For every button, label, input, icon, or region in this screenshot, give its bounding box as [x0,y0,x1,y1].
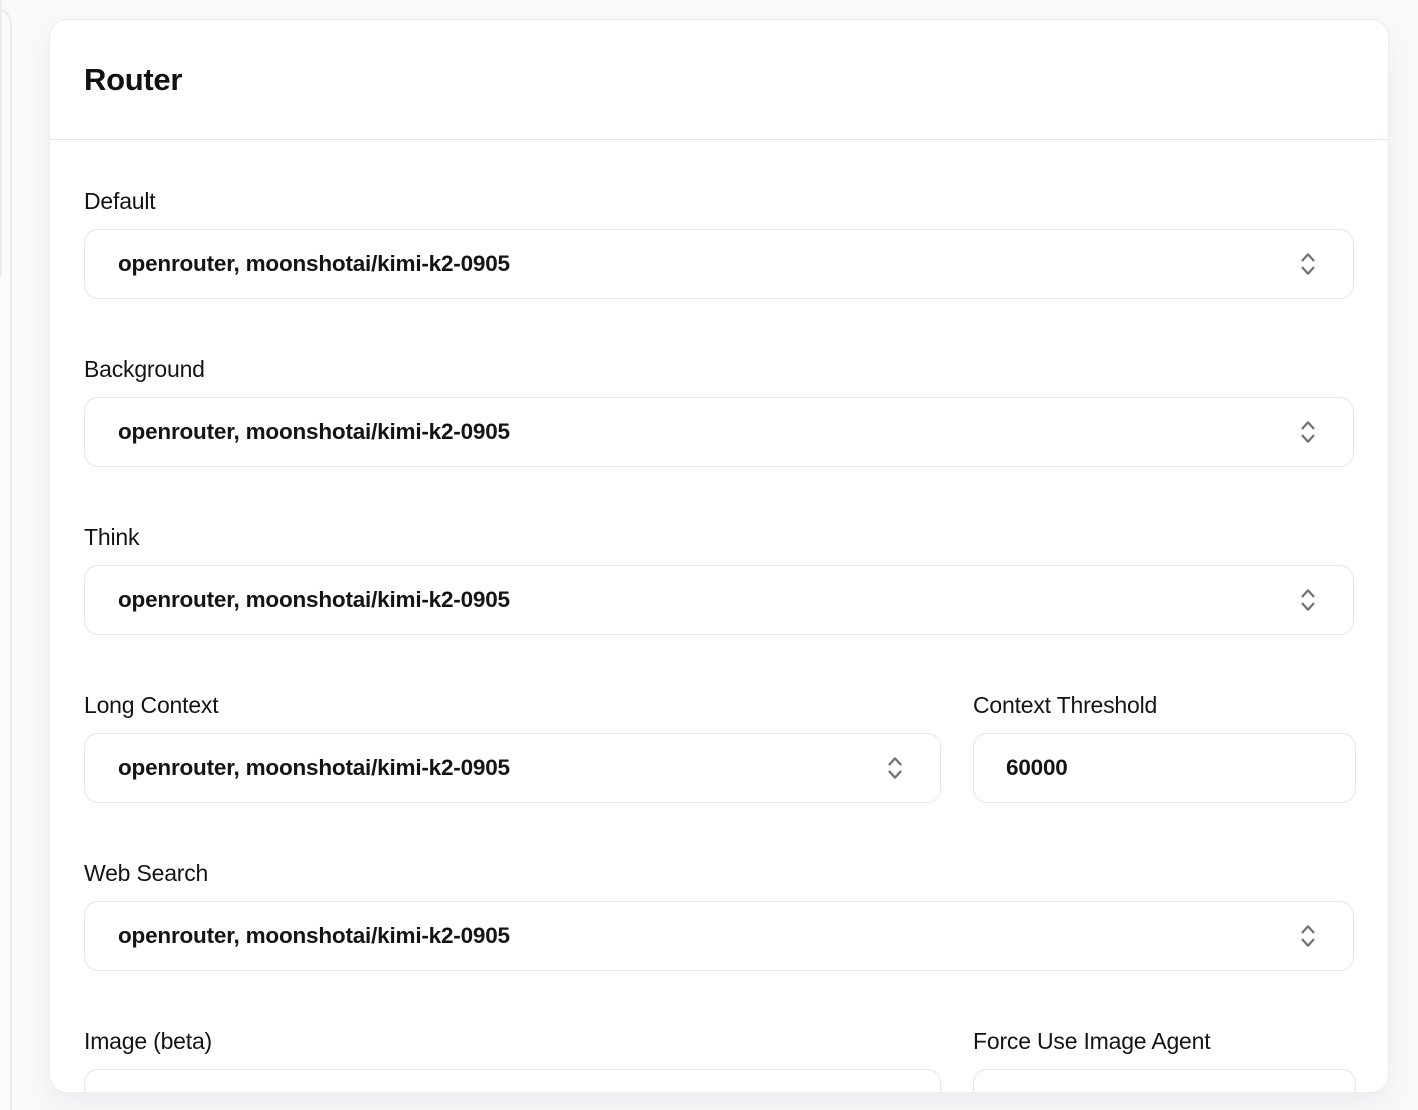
field-row-web-search: Web Search openrouter, moonshotai/kimi-k… [84,861,1354,971]
panel-title: Router [84,61,183,97]
long-context-model-select[interactable]: openrouter, moonshotai/kimi-k2-0905 [84,733,941,803]
context-threshold-input[interactable] [973,733,1356,803]
web-search-model-select[interactable]: openrouter, moonshotai/kimi-k2-0905 [84,901,1354,971]
context-threshold-label: Context Threshold [973,692,1158,718]
force-use-image-agent-input[interactable] [973,1069,1356,1092]
default-model-select[interactable]: openrouter, moonshotai/kimi-k2-0905 [84,229,1354,299]
field-row-default: Default openrouter, moonshotai/kimi-k2-0… [84,189,1354,299]
think-model-select-value: openrouter, moonshotai/kimi-k2-0905 [118,587,510,612]
web-search-label: Web Search [84,860,209,886]
image-beta-label: Image (beta) [84,1028,212,1054]
web-search-model-select-value: openrouter, moonshotai/kimi-k2-0905 [118,923,510,948]
chevrons-up-down-icon [1301,421,1315,443]
chevrons-up-down-icon [884,1090,906,1093]
long-context-model-select-value: openrouter, moonshotai/kimi-k2-0905 [118,755,510,780]
chevrons-up-down-icon [1301,925,1315,947]
think-model-select[interactable]: openrouter, moonshotai/kimi-k2-0905 [84,565,1354,635]
chevrons-up-down-icon [1301,253,1315,275]
field-row-think: Think openrouter, moonshotai/kimi-k2-090… [84,525,1354,635]
router-panel-header: Router [50,20,1388,140]
force-use-image-agent-label: Force Use Image Agent [973,1028,1211,1054]
default-label: Default [84,188,156,214]
chevrons-up-down-icon [888,757,902,779]
background-label: Background [84,356,205,382]
field-row-long-context: Long Context openrouter, moonshotai/kimi… [84,692,1356,803]
field-row-image: Image (beta) Force Use Image Agent [84,1028,1356,1093]
think-label: Think [84,524,140,550]
router-panel-body: Default openrouter, moonshotai/kimi-k2-0… [50,140,1388,1093]
default-model-select-value: openrouter, moonshotai/kimi-k2-0905 [118,251,510,276]
image-model-select[interactable] [84,1069,941,1093]
router-panel: Router Default openrouter, moonshotai/ki… [49,19,1389,1093]
background-card-edge [0,0,2,285]
background-model-select[interactable]: openrouter, moonshotai/kimi-k2-0905 [84,397,1354,467]
long-context-label: Long Context [84,692,219,718]
background-model-select-value: openrouter, moonshotai/kimi-k2-0905 [118,419,510,444]
chevrons-up-down-icon [1301,589,1315,611]
field-row-background: Background openrouter, moonshotai/kimi-k… [84,357,1354,467]
